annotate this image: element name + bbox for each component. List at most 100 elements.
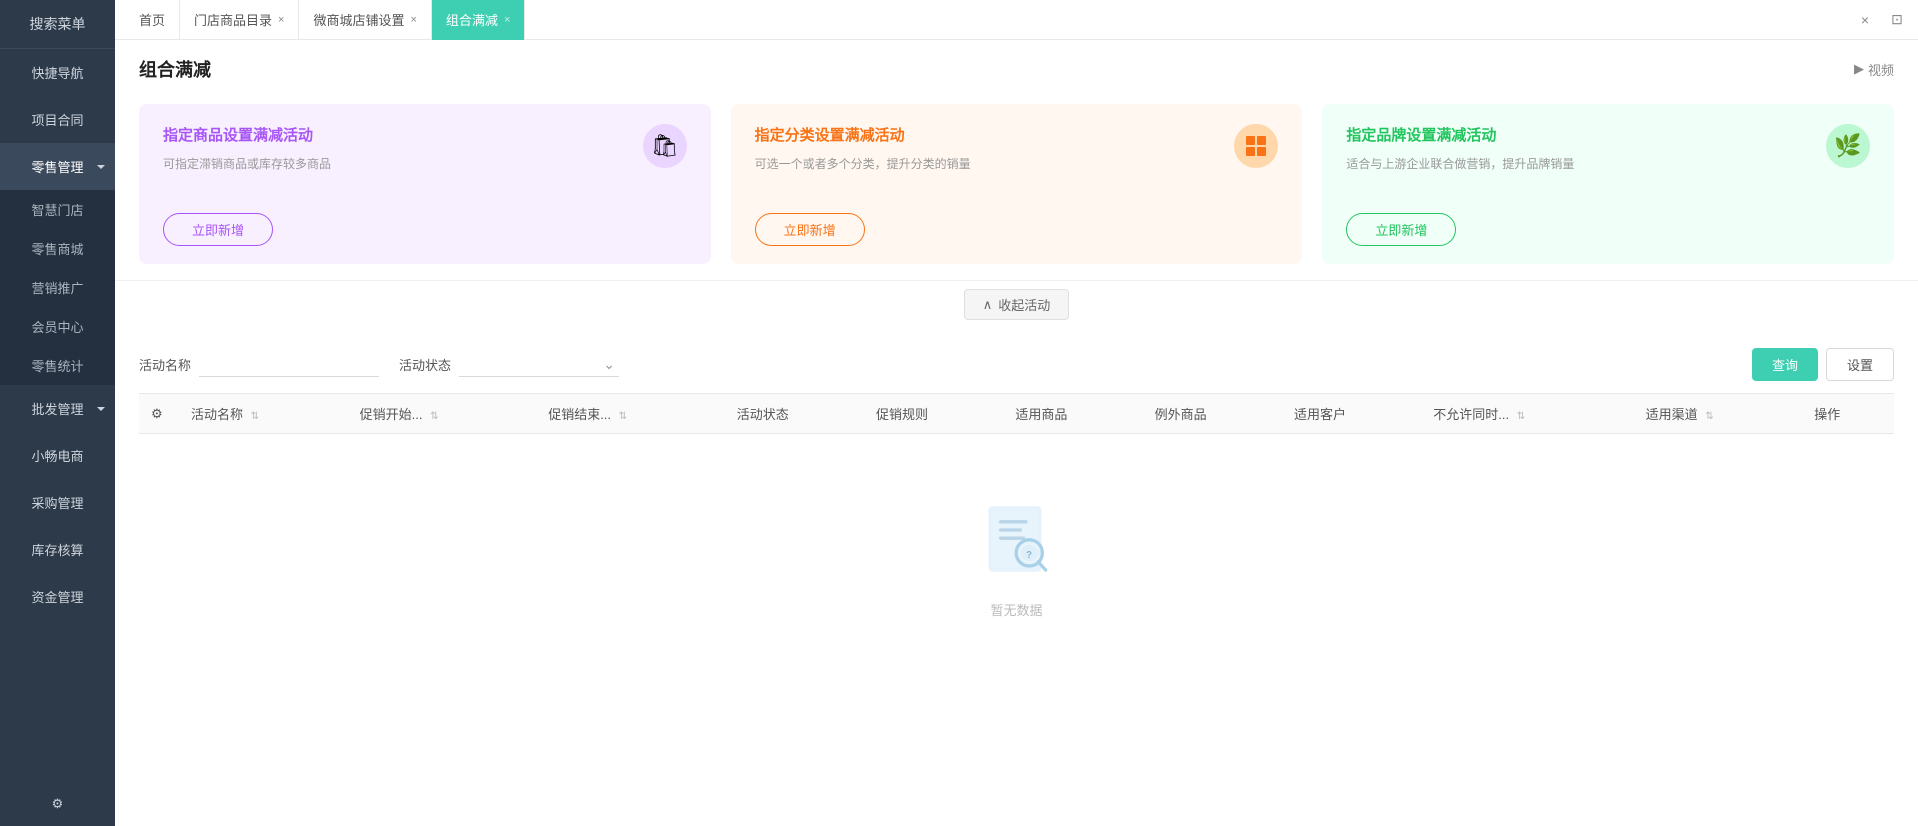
video-link[interactable]: ▶ 视频 bbox=[1854, 60, 1894, 79]
tab-ministore-settings-close[interactable]: × bbox=[410, 14, 416, 26]
filter-actions: 查询 设置 bbox=[1752, 348, 1894, 381]
col-applicable-channel[interactable]: 适用渠道 ⇅ bbox=[1634, 394, 1803, 434]
sidebar: 搜索菜单 快捷导航 项目合同 零售管理 智慧门店 零售商城 营销推广 会员中心 … bbox=[0, 0, 115, 826]
goods-discount-icon: 🛍 bbox=[643, 124, 687, 168]
col-activity-name[interactable]: 活动名称 ⇅ bbox=[179, 394, 348, 434]
col-applicable-customer-label: 适用客户 bbox=[1294, 407, 1346, 422]
goods-discount-title: 指定商品设置满减活动 bbox=[163, 124, 687, 145]
brand-discount-add-btn[interactable]: 立即新增 bbox=[1346, 213, 1456, 246]
page-header: 组合满减 ▶ 视频 bbox=[115, 40, 1918, 94]
col-no-simultaneous[interactable]: 不允许同时... ⇅ bbox=[1421, 394, 1633, 434]
collapse-activity-btn[interactable]: ∧ 收起活动 bbox=[964, 289, 1070, 320]
sidebar-item-finance-mgmt[interactable]: 资金管理 bbox=[0, 573, 115, 620]
brand-discount-card: 🌿 指定品牌设置满减活动 适合与上游企业联合做营销，提升品牌销量 立即新增 bbox=[1322, 104, 1894, 264]
empty-state-icon: ? bbox=[967, 494, 1067, 584]
filter-row: 活动名称 活动状态 查询 设置 bbox=[115, 336, 1918, 393]
category-discount-card: 指定分类设置满减活动 可选一个或者多个分类，提升分类的销量 立即新增 bbox=[731, 104, 1303, 264]
col-applicable-goods: 适用商品 bbox=[1003, 394, 1142, 434]
brand-discount-desc: 适合与上游企业联合做营销，提升品牌销量 bbox=[1346, 155, 1870, 193]
col-no-simultaneous-sort: ⇅ bbox=[1517, 411, 1525, 422]
col-no-simultaneous-label: 不允许同时... bbox=[1433, 407, 1509, 422]
setting-btn[interactable]: 设置 bbox=[1826, 348, 1894, 381]
sidebar-item-purchase-mgmt[interactable]: 采购管理 bbox=[0, 479, 115, 526]
empty-state-text: 暂无数据 bbox=[990, 600, 1042, 619]
col-activity-status: 活动状态 bbox=[725, 394, 864, 434]
goods-discount-card: 🛍 指定商品设置满减活动 可指定滞销商品或库存较多商品 立即新增 bbox=[139, 104, 711, 264]
col-promo-rule: 促销规则 bbox=[864, 394, 1003, 434]
col-exception-goods-label: 例外商品 bbox=[1155, 407, 1207, 422]
sidebar-item-retail-stats[interactable]: 零售统计 bbox=[0, 346, 115, 385]
sidebar-item-member-center[interactable]: 会员中心 bbox=[0, 307, 115, 346]
sidebar-search[interactable]: 搜索菜单 bbox=[0, 0, 115, 49]
col-operation: 操作 bbox=[1802, 394, 1894, 434]
activity-cards: 🛍 指定商品设置满减活动 可指定滞销商品或库存较多商品 立即新增 指定分类设置满… bbox=[115, 94, 1918, 280]
activity-status-label: 活动状态 bbox=[399, 355, 451, 374]
sidebar-item-inventory[interactable]: 库存核算 bbox=[0, 526, 115, 573]
tab-home[interactable]: 首页 bbox=[125, 0, 180, 40]
filter-activity-status: 活动状态 bbox=[399, 353, 619, 377]
col-applicable-goods-label: 适用商品 bbox=[1015, 407, 1067, 422]
settings-icon: ⚙ bbox=[151, 406, 163, 421]
collapse-label: 收起活动 bbox=[998, 295, 1050, 314]
query-btn[interactable]: 查询 bbox=[1752, 348, 1818, 381]
col-promo-start[interactable]: 促销开始... ⇅ bbox=[348, 394, 537, 434]
activity-name-label: 活动名称 bbox=[139, 355, 191, 374]
tab-combo-discount[interactable]: 组合满减 × bbox=[432, 0, 525, 40]
sidebar-item-wholesale-mgmt[interactable]: 批发管理 bbox=[0, 385, 115, 432]
goods-discount-desc: 可指定滞销商品或库存较多商品 bbox=[163, 155, 687, 193]
page-title: 组合满减 bbox=[139, 56, 211, 82]
category-discount-title: 指定分类设置满减活动 bbox=[755, 124, 1279, 145]
collapse-icon: ∧ bbox=[983, 297, 993, 313]
window-close-btn[interactable]: × bbox=[1854, 9, 1876, 31]
goods-discount-add-btn[interactable]: 立即新增 bbox=[163, 213, 273, 246]
activity-name-input[interactable] bbox=[199, 353, 379, 377]
sidebar-item-project-contract[interactable]: 项目合同 bbox=[0, 96, 115, 143]
sidebar-item-quick-nav[interactable]: 快捷导航 bbox=[0, 49, 115, 96]
tab-bar: 首页 门店商品目录 × 微商城店铺设置 × 组合满减 × × ⊡ bbox=[115, 0, 1918, 40]
col-activity-status-label: 活动状态 bbox=[737, 407, 789, 422]
col-applicable-channel-sort: ⇅ bbox=[1705, 411, 1713, 422]
table-container: ⚙ 活动名称 ⇅ 促销开始... ⇅ 促销结束... ⇅ bbox=[115, 393, 1918, 659]
collapse-bar: ∧ 收起活动 bbox=[115, 280, 1918, 328]
col-promo-rule-label: 促销规则 bbox=[876, 407, 928, 422]
page-content: 组合满减 ▶ 视频 🛍 指定商品设置满减活动 可指定滞销商品或库存较多商品 立即… bbox=[115, 40, 1918, 826]
sidebar-item-smart-store[interactable]: 智慧门店 bbox=[0, 190, 115, 229]
brand-discount-title: 指定品牌设置满减活动 bbox=[1346, 124, 1870, 145]
sidebar-settings-btn[interactable]: ⚙ bbox=[0, 782, 115, 826]
tab-store-catalog[interactable]: 门店商品目录 × bbox=[180, 0, 299, 40]
data-table: ⚙ 活动名称 ⇅ 促销开始... ⇅ 促销结束... ⇅ bbox=[139, 393, 1894, 659]
sidebar-item-retail-mall[interactable]: 零售商城 bbox=[0, 229, 115, 268]
tab-ministore-settings[interactable]: 微商城店铺设置 × bbox=[299, 0, 431, 40]
tab-combo-discount-label: 组合满减 bbox=[446, 10, 498, 29]
sidebar-item-marketing[interactable]: 营销推广 bbox=[0, 268, 115, 307]
tab-combo-discount-close[interactable]: × bbox=[504, 14, 510, 26]
empty-state-cell: ? 暂无数据 bbox=[139, 434, 1894, 660]
col-settings[interactable]: ⚙ bbox=[139, 394, 179, 434]
tab-bar-actions: × ⊡ bbox=[1854, 9, 1908, 31]
filter-activity-name: 活动名称 bbox=[139, 353, 379, 377]
tab-store-catalog-close[interactable]: × bbox=[278, 14, 284, 26]
category-discount-add-btn[interactable]: 立即新增 bbox=[755, 213, 865, 246]
tab-home-label: 首页 bbox=[139, 10, 165, 29]
sidebar-item-ecommerce[interactable]: 小畅电商 bbox=[0, 432, 115, 479]
main-area: 首页 门店商品目录 × 微商城店铺设置 × 组合满减 × × ⊡ 组合满减 ▶ … bbox=[115, 0, 1918, 826]
tab-store-catalog-label: 门店商品目录 bbox=[194, 10, 272, 29]
col-promo-end-sort: ⇅ bbox=[619, 411, 627, 422]
col-activity-name-sort: ⇅ bbox=[251, 411, 259, 422]
category-discount-desc: 可选一个或者多个分类，提升分类的销量 bbox=[755, 155, 1279, 193]
video-play-icon: ▶ bbox=[1854, 61, 1864, 77]
tab-ministore-settings-label: 微商城店铺设置 bbox=[313, 10, 404, 29]
activity-status-select-wrapper bbox=[459, 353, 619, 377]
col-promo-start-sort: ⇅ bbox=[430, 411, 438, 422]
window-restore-btn[interactable]: ⊡ bbox=[1886, 9, 1908, 31]
col-promo-end-label: 促销结束... bbox=[548, 407, 611, 422]
col-applicable-customer: 适用客户 bbox=[1282, 394, 1421, 434]
activity-status-select[interactable] bbox=[459, 353, 619, 377]
col-applicable-channel-label: 适用渠道 bbox=[1646, 407, 1698, 422]
col-promo-end[interactable]: 促销结束... ⇅ bbox=[536, 394, 725, 434]
brand-discount-icon: 🌿 bbox=[1826, 124, 1870, 168]
sidebar-item-retail-mgmt[interactable]: 零售管理 bbox=[0, 143, 115, 190]
col-operation-label: 操作 bbox=[1814, 407, 1840, 422]
video-label: 视频 bbox=[1868, 60, 1894, 79]
empty-state: ? 暂无数据 bbox=[139, 434, 1894, 659]
